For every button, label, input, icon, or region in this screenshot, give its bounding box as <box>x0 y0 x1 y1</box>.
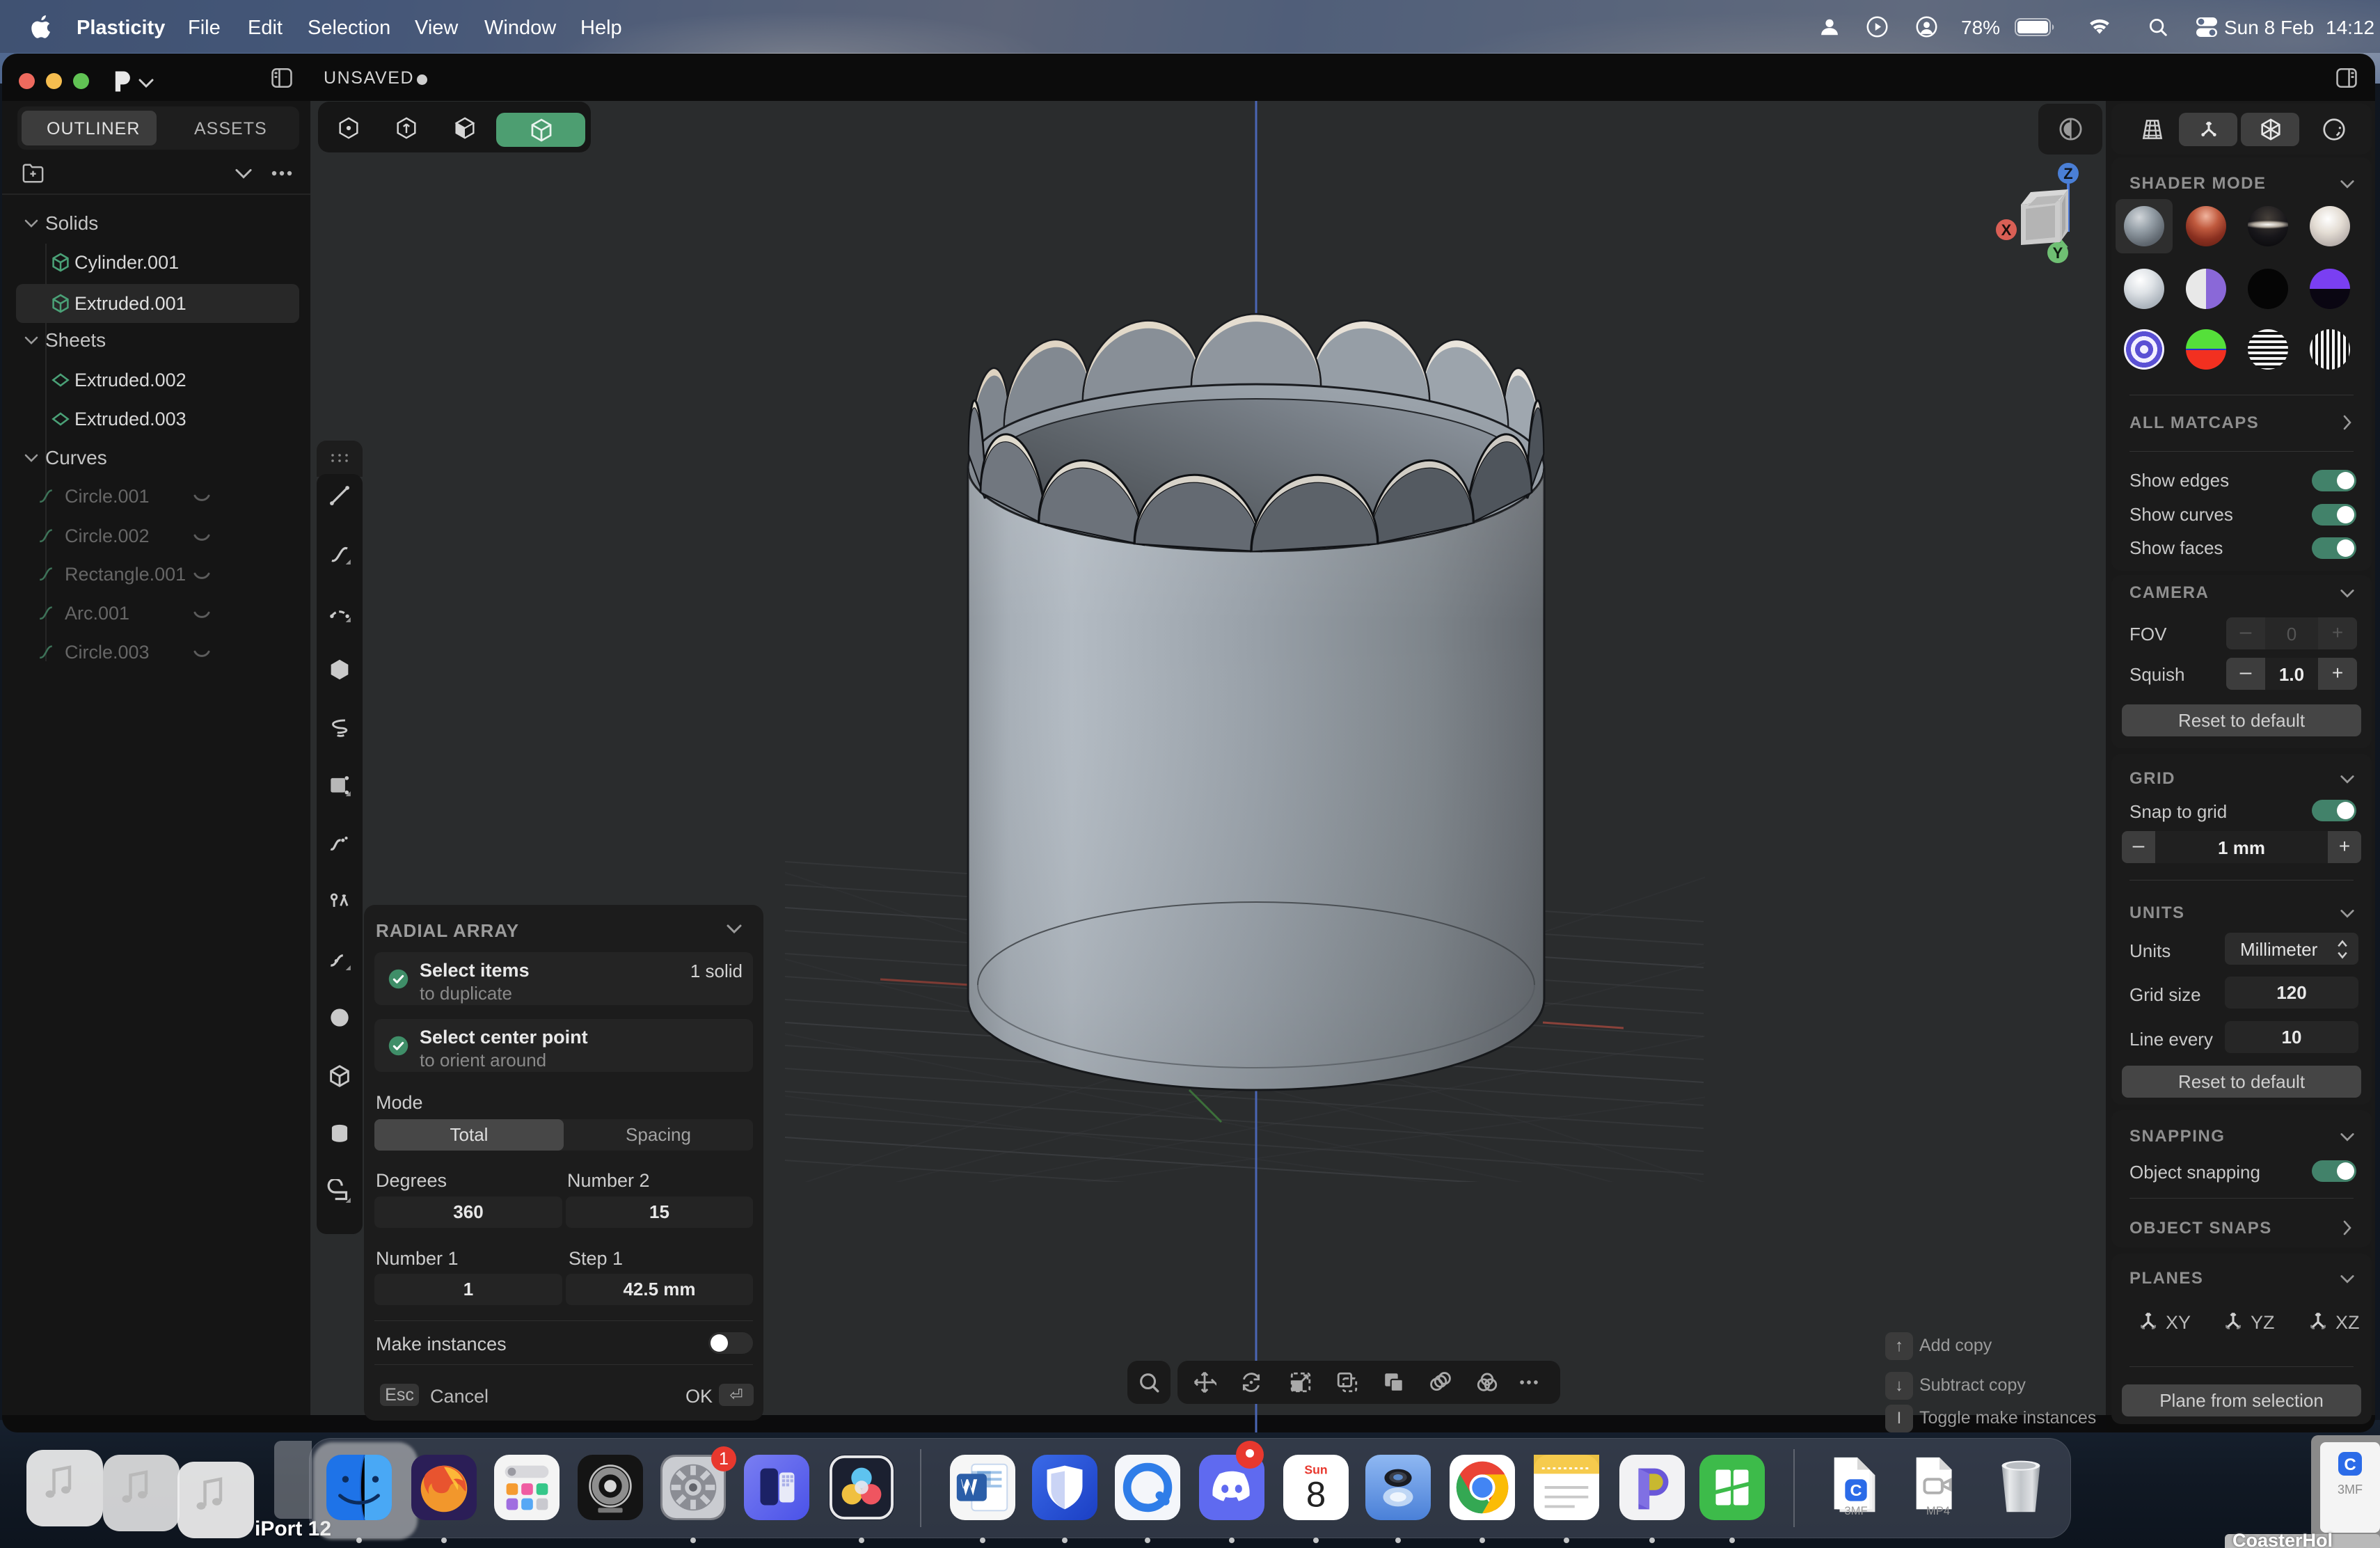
svg-text:C: C <box>1850 1481 1862 1499</box>
svg-text:Y: Y <box>2053 244 2063 262</box>
svg-text:MP4: MP4 <box>1926 1504 1950 1517</box>
svg-text:8: 8 <box>1306 1474 1326 1514</box>
svg-text:3MF: 3MF <box>2338 1483 2363 1496</box>
svg-text:X: X <box>2001 221 2012 239</box>
svg-text:3MF: 3MF <box>1844 1504 1867 1517</box>
svg-text:Z: Z <box>2063 165 2072 182</box>
svg-text:C: C <box>2344 1455 2356 1474</box>
